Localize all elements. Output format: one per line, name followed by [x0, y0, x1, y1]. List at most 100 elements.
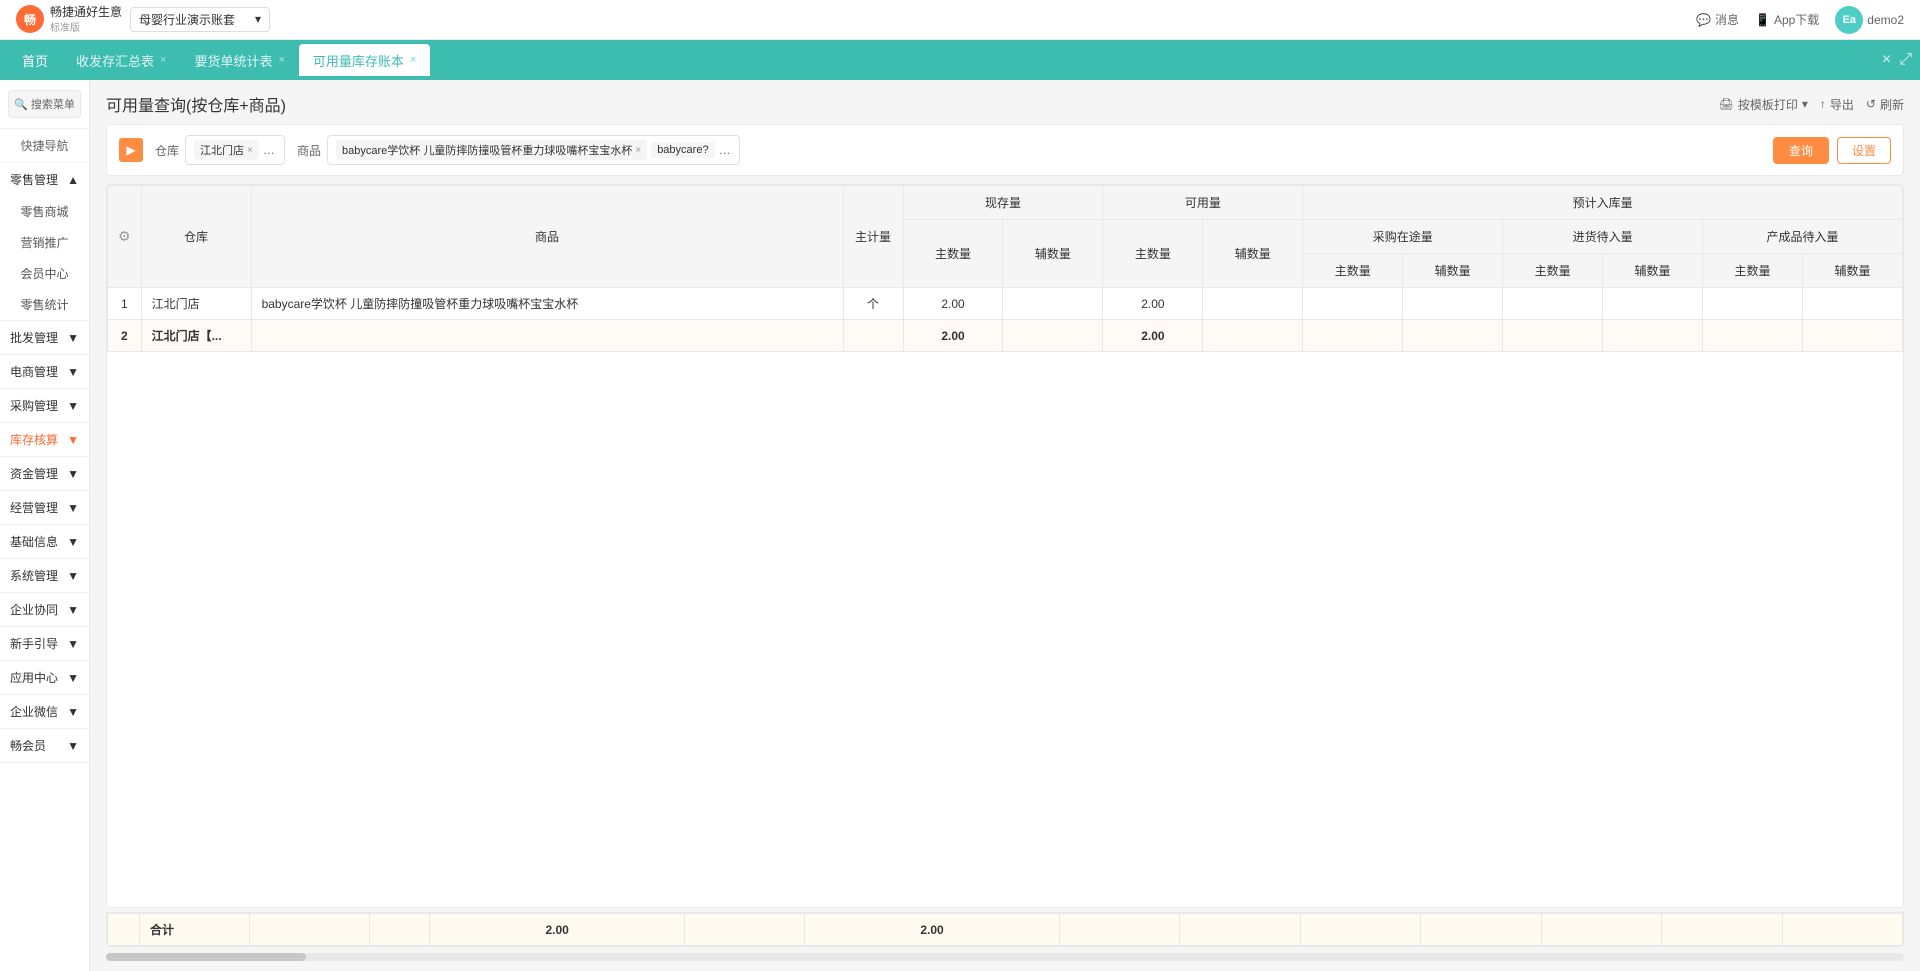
- sidebar-section-member-header[interactable]: 畅会员 ▼: [0, 729, 89, 762]
- export-button[interactable]: ↑ 导出: [1820, 96, 1854, 113]
- sidebar-section-basic-header[interactable]: 基础信息 ▼: [0, 525, 89, 558]
- product-tag-2: babycare?: [651, 142, 714, 158]
- purchase-transit-sub-header: 辅数量: [1403, 254, 1503, 288]
- refresh-button[interactable]: ↺ 刷新: [1866, 96, 1904, 113]
- page-actions: 🖨 按模板打印 ▾ ↑ 导出 ↺ 刷新: [1719, 96, 1904, 113]
- sidebar-section-ecommerce: 电商管理 ▼: [0, 355, 89, 389]
- page-header: 可用量查询(按仓库+商品) 🖨 按模板打印 ▾ ↑ 导出 ↺ 刷新: [90, 80, 1920, 124]
- sidebar-section-apps-header[interactable]: 应用中心 ▼: [0, 661, 89, 694]
- tab-home[interactable]: 首页: [8, 44, 62, 76]
- product-arriving-main-header: 主数量: [1703, 254, 1803, 288]
- purchase-arriving-sub-header: 辅数量: [1603, 254, 1703, 288]
- sidebar-section-wechat-header[interactable]: 企业微信 ▼: [0, 695, 89, 728]
- page-title: 可用量查询(按仓库+商品): [106, 92, 286, 116]
- sidebar-section-collab-header[interactable]: 企业协同 ▼: [0, 593, 89, 626]
- pur-transit-sub-1: [1403, 288, 1503, 320]
- brand-icon: 畅: [16, 5, 44, 33]
- current-sub-1: [1003, 288, 1103, 320]
- product-tag-1-close[interactable]: ×: [635, 145, 641, 156]
- sidebar-section-wholesale: 批发管理 ▼: [0, 321, 89, 355]
- product-label: 商品: [297, 142, 321, 159]
- tab-receivable-summary[interactable]: 收发存汇总表 ×: [62, 44, 180, 76]
- brand-logo: 畅 畅捷通好生意 标准版: [16, 5, 122, 34]
- sidebar-section-purchase: 采购管理 ▼: [0, 389, 89, 423]
- sidebar-section-operations-header[interactable]: 经营管理 ▼: [0, 491, 89, 524]
- warehouse-more[interactable]: …: [263, 143, 275, 157]
- settings-icon: ⚙: [118, 228, 131, 244]
- chevron-down-icon: ▾: [1802, 97, 1808, 111]
- sidebar-item-members[interactable]: 会员中心: [0, 258, 89, 289]
- current-main-2: 2.00: [903, 320, 1003, 352]
- search-menu-button[interactable]: 🔍 搜索菜单: [8, 90, 81, 118]
- tab-receivable-close[interactable]: ×: [160, 55, 166, 66]
- horizontal-scrollbar[interactable]: [106, 951, 1904, 963]
- pur-transit-main-2: [1303, 320, 1403, 352]
- user-name: demo2: [1867, 13, 1904, 27]
- product-input[interactable]: babycare学饮杯 儿童防摔防撞吸管杯重力球吸嘴杯宝宝水杯 × babyca…: [327, 135, 740, 165]
- maximize-button[interactable]: ⤢: [1899, 52, 1912, 68]
- query-button[interactable]: 查询: [1773, 137, 1829, 164]
- warehouse-tag-close[interactable]: ×: [247, 145, 253, 156]
- current-stock-group-header: 现存量: [903, 186, 1103, 220]
- sidebar-section-retail-header[interactable]: 零售管理 ▲: [0, 163, 89, 196]
- product-arriving-header: 产成品待入量: [1703, 220, 1903, 254]
- sidebar-item-retail-stats[interactable]: 零售统计: [0, 289, 89, 320]
- message-button[interactable]: 💬 消息: [1696, 11, 1739, 28]
- tab-available-inventory[interactable]: 可用量库存账本 ×: [299, 44, 430, 76]
- sidebar-section-inventory-header[interactable]: 库存核算 ▼: [0, 423, 89, 456]
- print-button[interactable]: 🖨 按模板打印 ▾: [1719, 96, 1808, 113]
- pur-arriving-sub-1: [1603, 288, 1703, 320]
- sidebar-search-area: 🔍 搜索菜单: [0, 80, 89, 129]
- tab-order-close[interactable]: ×: [278, 55, 284, 66]
- print-icon: 🖨: [1719, 97, 1734, 111]
- chevron-down-icon: ▼: [67, 433, 79, 447]
- sidebar-section-purchase-header[interactable]: 采购管理 ▼: [0, 389, 89, 422]
- table-row: 1 江北门店 babycare学饮杯 儿童防摔防撞吸管杯重力球吸嘴杯宝宝水杯 个…: [108, 288, 1903, 320]
- chevron-down-icon: ▼: [67, 331, 79, 345]
- product-tag-2-text: babycare?: [657, 144, 708, 156]
- chevron-down-icon: ▼: [67, 603, 79, 617]
- table-footer: 合计 2.00 2.00: [106, 912, 1904, 947]
- print-label: 按模板打印: [1738, 96, 1798, 113]
- footer-avail-main: 2.00: [805, 914, 1059, 946]
- warehouse-input[interactable]: 江北门店 × …: [185, 135, 285, 165]
- footer-pur-transit-main: [1180, 914, 1300, 946]
- filter-toggle-button[interactable]: ▶: [119, 138, 143, 162]
- footer-product-empty: [250, 914, 370, 946]
- settings-button[interactable]: 设置: [1837, 137, 1891, 164]
- tab-order-stats[interactable]: 要货单统计表 ×: [180, 44, 298, 76]
- sidebar-section-ecommerce-header[interactable]: 电商管理 ▼: [0, 355, 89, 388]
- sidebar-section-finance: 资金管理 ▼: [0, 457, 89, 491]
- top-bar-left: 畅 畅捷通好生意 标准版 母婴行业演示账套 ▾: [16, 5, 270, 34]
- settings-col-header[interactable]: ⚙: [108, 186, 142, 288]
- sidebar-section-guide-header[interactable]: 新手引导 ▼: [0, 627, 89, 660]
- sidebar-item-quick-nav[interactable]: 快捷导航: [0, 129, 89, 163]
- avatar-text: Ea: [1843, 14, 1856, 26]
- sidebar-section-collab: 企业协同 ▼: [0, 593, 89, 627]
- unit-cell-2: [843, 320, 903, 352]
- close-all-button[interactable]: ×: [1882, 52, 1891, 68]
- industry-selector[interactable]: 母婴行业演示账套 ▾: [130, 7, 270, 32]
- purchase-transit-header: 采购在途量: [1303, 220, 1503, 254]
- sidebar-section-wholesale-header[interactable]: 批发管理 ▼: [0, 321, 89, 354]
- product-more[interactable]: …: [719, 143, 731, 157]
- sidebar-item-marketing[interactable]: 营销推广: [0, 227, 89, 258]
- sidebar-section-finance-header[interactable]: 资金管理 ▼: [0, 457, 89, 490]
- footer-unit-empty: [370, 914, 430, 946]
- sidebar: 🔍 搜索菜单 快捷导航 零售管理 ▲ 零售商城 营销推广 会员中心 零售统计 批…: [0, 80, 90, 971]
- avail-main-1: 2.00: [1103, 288, 1203, 320]
- user-profile[interactable]: Ea demo2: [1835, 6, 1904, 34]
- chevron-down-icon: ▼: [67, 637, 79, 651]
- scrollbar-thumb[interactable]: [106, 953, 306, 961]
- tab-available-close[interactable]: ×: [410, 55, 416, 66]
- tab-order-label: 要货单统计表: [194, 51, 272, 70]
- unit-cell-1: 个: [843, 288, 903, 320]
- sidebar-section-basic: 基础信息 ▼: [0, 525, 89, 559]
- sidebar-section-guide: 新手引导 ▼: [0, 627, 89, 661]
- download-button[interactable]: 📱 App下载: [1755, 11, 1819, 28]
- sidebar-item-retail-mall[interactable]: 零售商城: [0, 196, 89, 227]
- sidebar-section-system-header[interactable]: 系统管理 ▼: [0, 559, 89, 592]
- avail-main-2: 2.00: [1103, 320, 1203, 352]
- brand-info: 畅捷通好生意 标准版: [50, 5, 122, 34]
- sidebar-section-operations: 经营管理 ▼: [0, 491, 89, 525]
